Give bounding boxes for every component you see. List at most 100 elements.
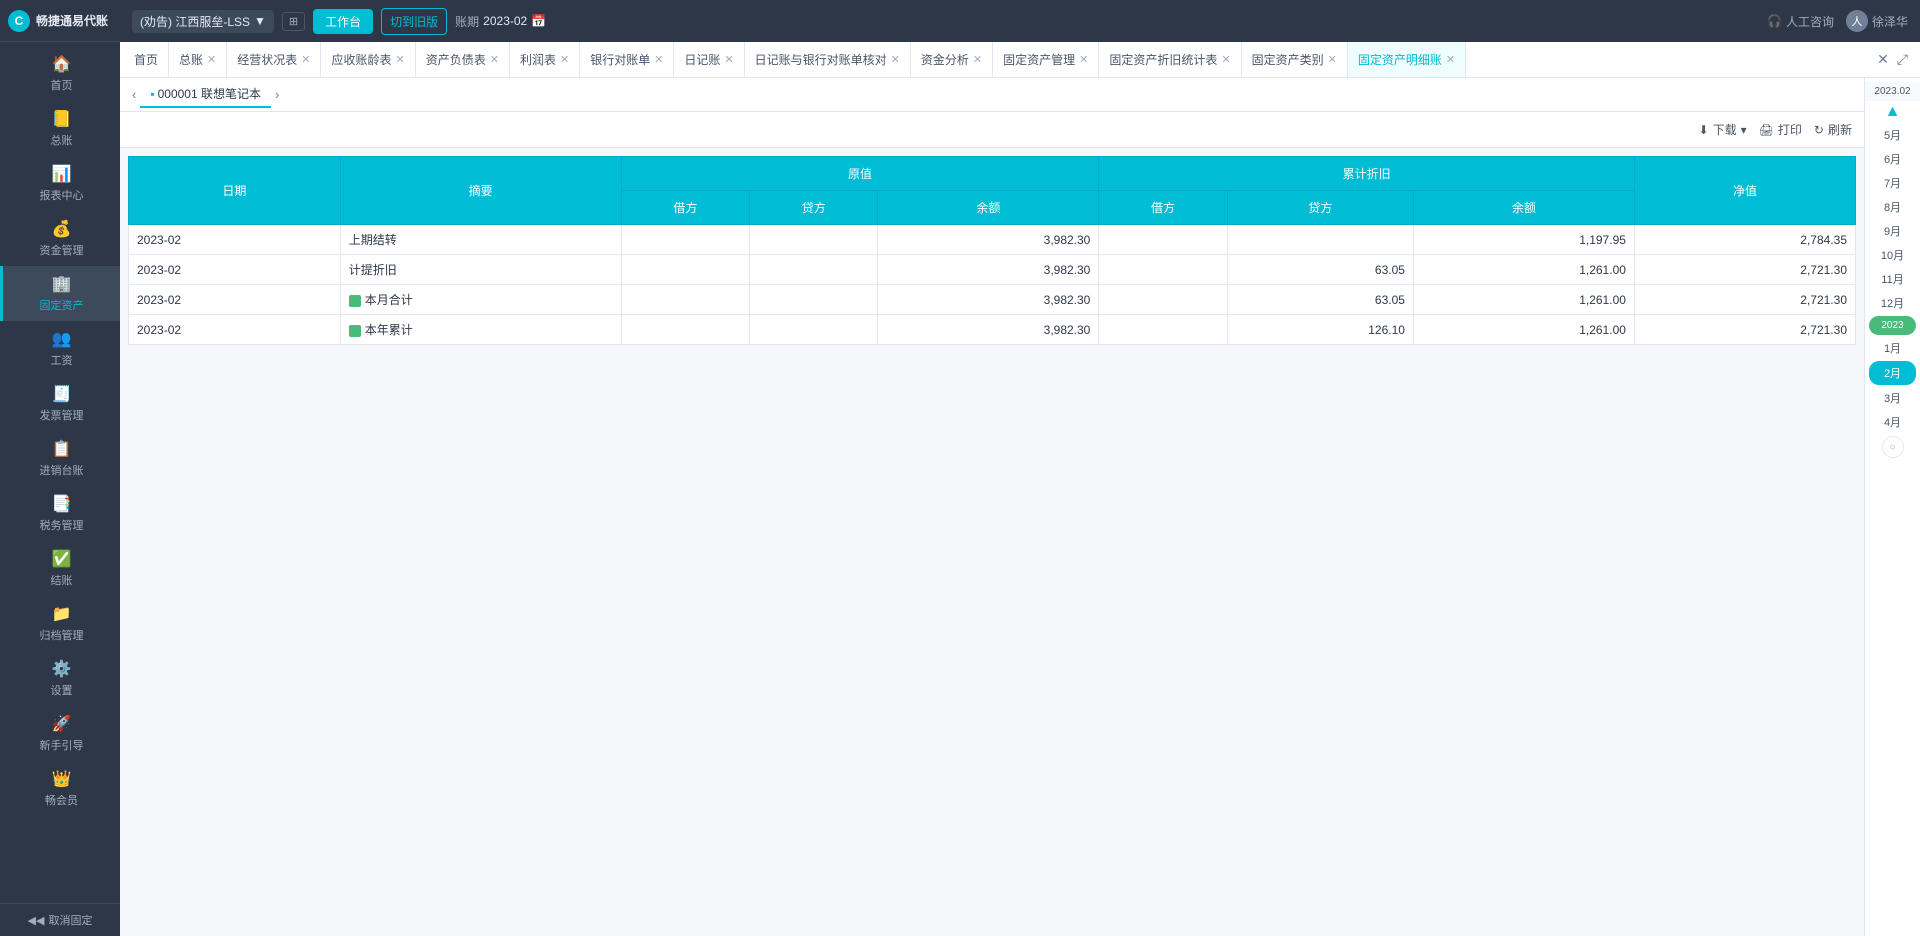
switch-version-button[interactable]: 切到旧版 [381,8,447,35]
sidebar-bottom[interactable]: ◀◀ 取消固定 [0,903,120,936]
tab-0[interactable]: 首页 [124,42,169,78]
right-panel-month-current-0[interactable]: 1月 [1865,336,1920,360]
download-button[interactable]: ⬇ 下载 ▾ [1699,121,1747,138]
scroll-up-btn[interactable]: ▲ [1883,101,1903,123]
right-panel-month-current-2[interactable]: 3月 [1865,386,1920,410]
sidebar-item-12[interactable]: 🚀新手引导 [0,706,120,761]
cell-accum-balance-1: 1,261.00 [1413,255,1634,285]
right-panel-month-current-1[interactable]: 2月 [1869,361,1916,385]
close-all-icon[interactable]: ✕ [1877,51,1889,68]
workbench-button[interactable]: 工作台 [313,9,373,34]
tab-close-11[interactable]: ✕ [1221,53,1230,66]
tab-5[interactable]: 利润表✕ [510,42,580,78]
download-label: 下载 [1713,121,1737,138]
tab-close-10[interactable]: ✕ [1079,53,1088,66]
tab-9[interactable]: 资金分析 ✕ [911,42,993,78]
cell-net-value-1: 2,721.30 [1634,255,1855,285]
tab-6[interactable]: 银行对账单 ✕ [580,42,674,78]
th-accumulated-depreciation: 累计折旧 [1099,157,1635,191]
sidebar-item-6[interactable]: 🧾发票管理 [0,376,120,431]
asset-tab-icon: ▪ [150,87,154,101]
tab-8[interactable]: 日记账与银行对账单核对✕ [745,42,911,78]
sidebar-item-5[interactable]: 👥工资 [0,321,120,376]
sidebar-item-4[interactable]: 🏢固定资产 [0,266,120,321]
support-button[interactable]: 🎧 人工咨询 [1767,13,1834,30]
tab-close-12[interactable]: ✕ [1328,53,1337,66]
sidebar-item-1[interactable]: 📒总账 [0,101,120,156]
tab-label-12: 固定资产类别 [1252,51,1324,68]
company-name: (劝告) 江西服垒-LSS [140,13,250,30]
tab-close-2[interactable]: ✕ [301,53,310,66]
refresh-button[interactable]: ↻ 刷新 [1814,121,1852,138]
topbar-right: 🎧 人工咨询 人 徐泽华 [1767,10,1908,32]
sidebar-item-13[interactable]: 👑畅会员 [0,761,120,816]
sidebar-item-3[interactable]: 💰资金管理 [0,211,120,266]
right-panel-circle[interactable]: ○ [1882,436,1904,458]
sidebar-logo: C 畅捷通易代账 [0,0,120,42]
tab-close-1[interactable]: ✕ [207,53,216,66]
tab-close-9[interactable]: ✕ [973,53,982,66]
prev-asset-btn[interactable]: ‹ [132,87,136,102]
sidebar-nav: 🏠首页📒总账📊报表中心💰资金管理🏢固定资产👥工资🧾发票管理📋进销台账📑税务管理✅… [0,42,120,903]
cell-desc-1: 计提折旧 [340,255,621,285]
maximize-icon[interactable]: ⤢ [1897,51,1908,68]
content-main: ‹ ▪ 000001 联想笔记本 › ⬇ 下载 ▾ 🖨 打印 [120,78,1864,936]
cell-net-value-2: 2,721.30 [1634,285,1855,315]
right-panel-month-2[interactable]: 7月 [1865,171,1920,195]
print-button[interactable]: 🖨 打印 [1759,121,1802,138]
right-panel-month-7[interactable]: 12月 [1865,291,1920,315]
company-selector[interactable]: (劝告) 江西服垒-LSS ▼ [132,10,274,33]
copy-button[interactable]: ⊞ [282,12,305,31]
sidebar-item-11[interactable]: ⚙️设置 [0,651,120,706]
tab-label-13: 固定资产明细账 [1358,51,1442,68]
tab-close-5[interactable]: ✕ [560,53,569,66]
tab-close-3[interactable]: ✕ [396,53,405,66]
tab-12[interactable]: 固定资产类别 ✕ [1242,42,1348,78]
tab-3[interactable]: 应收账龄表 ✕ [321,42,415,78]
sidebar: C 畅捷通易代账 🏠首页📒总账📊报表中心💰资金管理🏢固定资产👥工资🧾发票管理📋进… [0,0,120,936]
sidebar-item-7[interactable]: 📋进销台账 [0,431,120,486]
tab-close-7[interactable]: ✕ [724,53,733,66]
tab-2[interactable]: 经营状况表✕ [227,42,321,78]
sidebar-icon-6: 🧾 [52,384,72,404]
right-panel-month-3[interactable]: 8月 [1865,195,1920,219]
refresh-icon: ↻ [1814,123,1824,137]
tab-10[interactable]: 固定资产管理✕ [993,42,1099,78]
tab-close-13[interactable]: ✕ [1446,53,1455,66]
right-panel-month-0[interactable]: 5月 [1865,123,1920,147]
current-asset-tab[interactable]: ▪ 000001 联想笔记本 [140,81,271,108]
cell-orig-credit-1 [750,255,878,285]
tab-close-4[interactable]: ✕ [490,53,499,66]
user-menu[interactable]: 人 徐泽华 [1846,10,1908,32]
right-panel-month-6[interactable]: 11月 [1865,267,1920,291]
sidebar-item-9[interactable]: ✅结账 [0,541,120,596]
right-panel-month-current-3[interactable]: 4月 [1865,410,1920,434]
tabbar-actions: ✕ ⤢ [1869,51,1916,68]
sidebar-label-1: 总账 [51,132,73,148]
sidebar-item-2[interactable]: 📊报表中心 [0,156,120,211]
sidebar-icon-7: 📋 [52,439,72,459]
tab-label-9: 资金分析 [921,51,969,68]
sidebar-item-0[interactable]: 🏠首页 [0,46,120,101]
tab-13[interactable]: 固定资产明细账 ✕ [1348,42,1466,78]
cell-orig-debit-0 [621,225,749,255]
cell-accum-debit-0 [1099,225,1227,255]
tab-11[interactable]: 固定资产折旧统计表✕ [1099,42,1241,78]
right-panel-month-4[interactable]: 9月 [1865,219,1920,243]
table-container: 日期 摘要 原值 累计折旧 净值 借方 贷方 余额 借方 贷方 余额 [120,148,1864,936]
tab-7[interactable]: 日记账✕ [674,42,744,78]
tab-label-3: 应收账龄表 [331,51,391,68]
tab-close-6[interactable]: ✕ [654,53,663,66]
sidebar-item-10[interactable]: 📁归档管理 [0,596,120,651]
tab-label-6: 银行对账单 [590,51,650,68]
cell-date-2: 2023-02 [129,285,341,315]
next-asset-btn[interactable]: › [275,87,279,102]
table-row: 2023-02 本月合计 3,982.30 63.05 1,261.00 2,7… [129,285,1856,315]
tab-4[interactable]: 资产负债表✕ [416,42,510,78]
pin-icon: ◀◀ [28,914,45,927]
sidebar-item-8[interactable]: 📑税务管理 [0,486,120,541]
right-panel-month-1[interactable]: 6月 [1865,147,1920,171]
tab-close-8[interactable]: ✕ [891,53,900,66]
right-panel-month-5[interactable]: 10月 [1865,243,1920,267]
tab-1[interactable]: 总账✕ [169,42,227,78]
